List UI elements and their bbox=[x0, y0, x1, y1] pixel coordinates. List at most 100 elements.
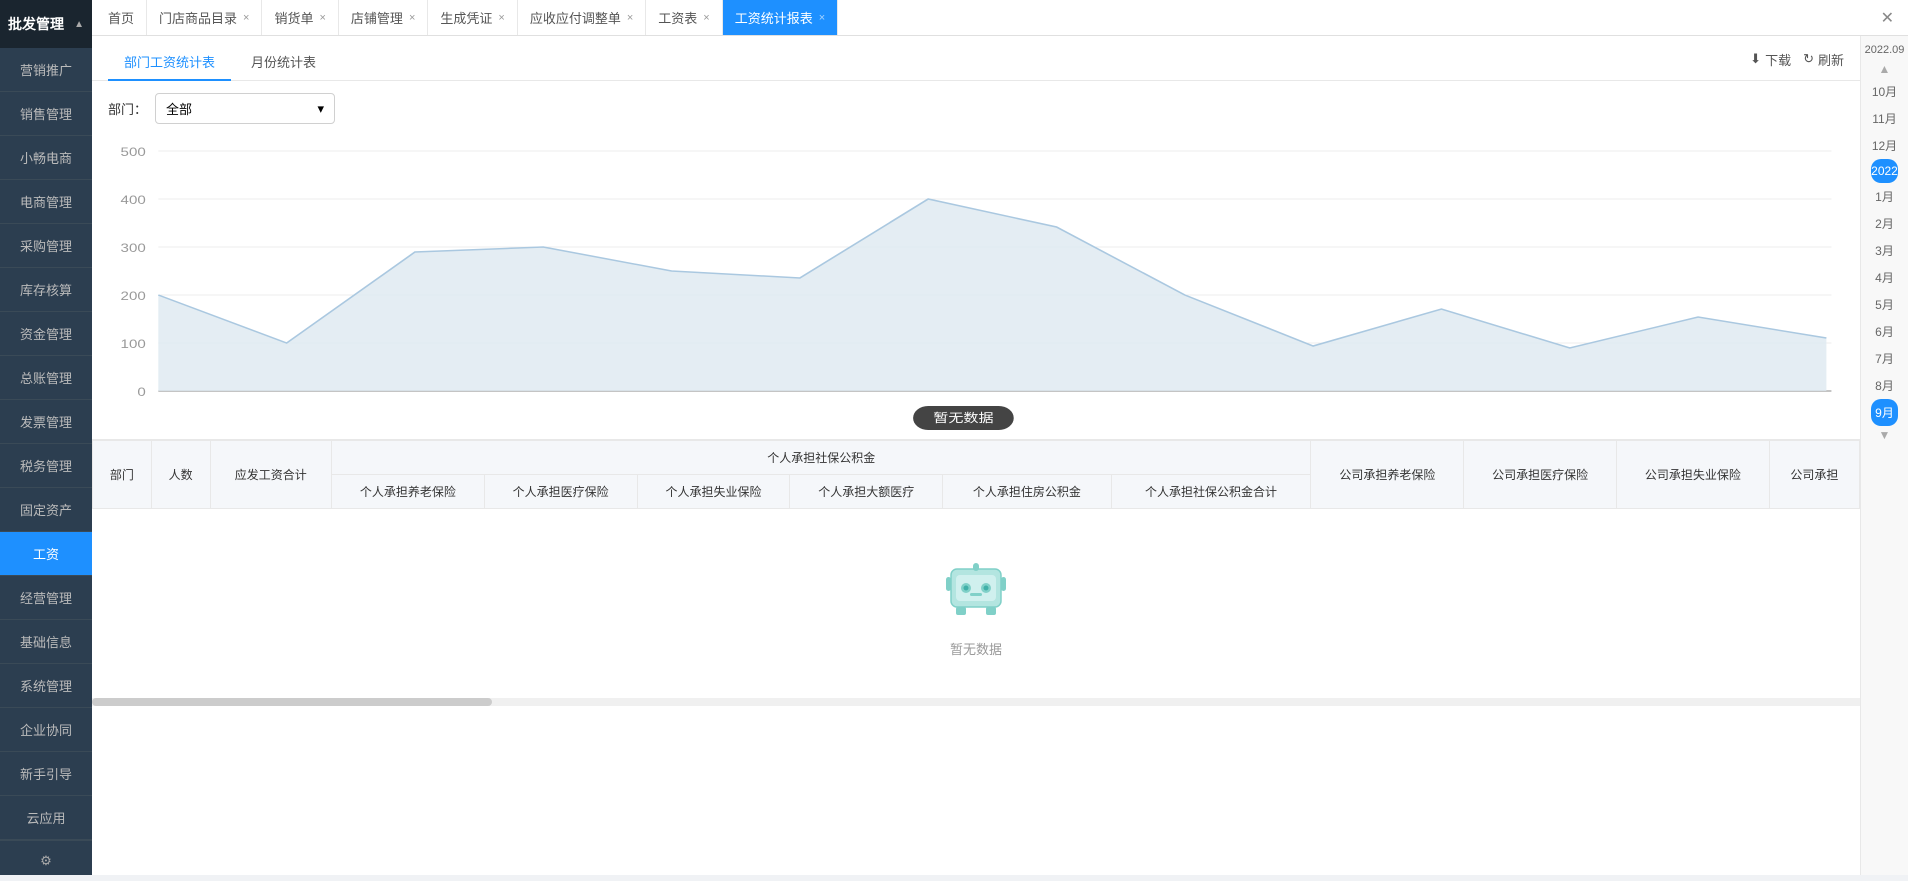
sidebar-item-企业协同[interactable]: 企业协同 bbox=[0, 708, 92, 752]
tab-close-销货单[interactable]: × bbox=[319, 12, 325, 24]
empty-text: 暂无数据 bbox=[950, 639, 1002, 658]
sidebar-item-新手引导[interactable]: 新手引导 bbox=[0, 752, 92, 796]
time-panel-item-5月[interactable]: 5月 bbox=[1867, 291, 1902, 318]
th-personal-pension: 个人承担养老保险 bbox=[331, 475, 484, 509]
sidebar-item-基础信息[interactable]: 基础信息 bbox=[0, 620, 92, 664]
sidebar-item-资金管理[interactable]: 资金管理 bbox=[0, 312, 92, 356]
sidebar-title: 批发管理 bbox=[8, 14, 64, 34]
download-button[interactable]: ⬇ 下载 bbox=[1750, 50, 1791, 69]
sidebar-item-云应用[interactable]: 云应用 bbox=[0, 796, 92, 840]
sub-tab-部门工资统计表[interactable]: 部门工资统计表 bbox=[108, 46, 231, 81]
sidebar-item-采购管理[interactable]: 采购管理 bbox=[0, 224, 92, 268]
chart-container: 500 400 300 200 100 0 bbox=[92, 136, 1860, 439]
svg-text:100: 100 bbox=[121, 337, 147, 350]
sidebar: 批发管理 ▲ 营销推广销售管理小畅电商电商管理采购管理库存核算资金管理总账管理发… bbox=[0, 0, 92, 875]
tab-close-店铺管理[interactable]: × bbox=[409, 12, 415, 24]
th-company-more: 公司承担 bbox=[1769, 441, 1859, 509]
data-table: 部门 人数 应发工资合计 个人承担社保公积金 公司承担养老保险 公司承担医疗保险… bbox=[92, 440, 1860, 509]
th-company-medical: 公司承担医疗保险 bbox=[1464, 441, 1617, 509]
th-personal-insurance: 个人承担社保公积金 bbox=[331, 441, 1310, 475]
empty-icon bbox=[936, 549, 1016, 629]
th-count: 人数 bbox=[151, 441, 210, 509]
content-area: 部门工资统计表月份统计表 ⬇ 下载 ↻ 刷新 部门： 全部 ▾ bbox=[92, 36, 1908, 875]
th-personal-housing: 个人承担住房公积金 bbox=[943, 475, 1111, 509]
tab-close-门店商品目录[interactable]: × bbox=[243, 12, 249, 24]
main-area: 首页门店商品目录×销货单×店铺管理×生成凭证×应收应付调整单×工资表×工资统计报… bbox=[92, 0, 1908, 875]
th-personal-medical: 个人承担医疗保险 bbox=[484, 475, 637, 509]
sidebar-item-小畅电商[interactable]: 小畅电商 bbox=[0, 136, 92, 180]
th-total-wage: 应发工资合计 bbox=[210, 441, 331, 509]
sidebar-item-固定资产[interactable]: 固定资产 bbox=[0, 488, 92, 532]
th-company-unemployment: 公司承担失业保险 bbox=[1617, 441, 1770, 509]
tab-店铺管理[interactable]: 店铺管理× bbox=[339, 0, 428, 36]
tab-销货单[interactable]: 销货单× bbox=[262, 0, 338, 36]
tab-bar: 首页门店商品目录×销货单×店铺管理×生成凭证×应收应付调整单×工资表×工资统计报… bbox=[92, 0, 1908, 36]
department-filter-label: 部门： bbox=[108, 99, 147, 118]
tab-close-应收应付调整单[interactable]: × bbox=[627, 12, 633, 24]
close-all-button[interactable]: ✕ bbox=[1871, 8, 1904, 28]
time-panel-item-2月[interactable]: 2月 bbox=[1867, 210, 1902, 237]
time-panel-up-arrow[interactable]: ▲ bbox=[1877, 60, 1893, 78]
refresh-button[interactable]: ↻ 刷新 bbox=[1803, 50, 1844, 69]
sub-tab-月份统计表[interactable]: 月份统计表 bbox=[235, 46, 332, 81]
time-panel-year-label: 2022.09 bbox=[1863, 40, 1907, 60]
empty-state: 暂无数据 bbox=[92, 509, 1860, 698]
svg-text:500: 500 bbox=[121, 145, 147, 158]
sidebar-item-发票管理[interactable]: 发票管理 bbox=[0, 400, 92, 444]
time-panel-item-3月[interactable]: 3月 bbox=[1867, 237, 1902, 264]
table-wrapper: 部门 人数 应发工资合计 个人承担社保公积金 公司承担养老保险 公司承担医疗保险… bbox=[92, 439, 1860, 875]
sidebar-item-税务管理[interactable]: 税务管理 bbox=[0, 444, 92, 488]
sidebar-item-电商管理[interactable]: 电商管理 bbox=[0, 180, 92, 224]
tab-close-工资统计报表[interactable]: × bbox=[819, 12, 825, 24]
th-department: 部门 bbox=[93, 441, 152, 509]
svg-text:0: 0 bbox=[137, 385, 146, 398]
time-panel-item-9月[interactable]: 9月 bbox=[1871, 399, 1898, 426]
sidebar-item-销售管理[interactable]: 销售管理 bbox=[0, 92, 92, 136]
th-company-pension: 公司承担养老保险 bbox=[1311, 441, 1464, 509]
sidebar-item-营销推广[interactable]: 营销推广 bbox=[0, 48, 92, 92]
time-panel-item-1月[interactable]: 1月 bbox=[1867, 183, 1902, 210]
sub-tabs: 部门工资统计表月份统计表 ⬇ 下载 ↻ 刷新 bbox=[92, 36, 1860, 81]
tab-close-工资表[interactable]: × bbox=[703, 12, 709, 24]
page-content: 部门工资统计表月份统计表 ⬇ 下载 ↻ 刷新 部门： 全部 ▾ bbox=[92, 36, 1860, 875]
time-panel-item-8月[interactable]: 8月 bbox=[1867, 372, 1902, 399]
department-select[interactable]: 全部 ▾ bbox=[155, 93, 335, 124]
horizontal-scrollbar[interactable] bbox=[92, 698, 1860, 706]
time-panel-item-10月[interactable]: 10月 bbox=[1867, 78, 1902, 105]
svg-text:300: 300 bbox=[121, 241, 147, 254]
time-panel-item-2022[interactable]: 2022 bbox=[1871, 159, 1898, 183]
time-panel-item-7月[interactable]: 7月 bbox=[1867, 345, 1902, 372]
sidebar-item-库存核算[interactable]: 库存核算 bbox=[0, 268, 92, 312]
th-personal-major-medical: 个人承担大额医疗 bbox=[790, 475, 943, 509]
download-icon: ⬇ bbox=[1750, 51, 1761, 67]
tab-close-生成凭证[interactable]: × bbox=[498, 12, 504, 24]
time-panel-item-11月[interactable]: 11月 bbox=[1867, 105, 1902, 132]
select-arrow-icon: ▾ bbox=[317, 101, 324, 117]
th-personal-unemployment: 个人承担失业保险 bbox=[637, 475, 790, 509]
svg-text:400: 400 bbox=[121, 193, 147, 206]
tab-工资统计报表[interactable]: 工资统计报表× bbox=[723, 0, 838, 36]
tab-门店商品目录[interactable]: 门店商品目录× bbox=[147, 0, 262, 36]
filter-row: 部门： 全部 ▾ bbox=[92, 81, 1860, 136]
th-personal-total: 个人承担社保公积金合计 bbox=[1111, 475, 1311, 509]
sidebar-item-总账管理[interactable]: 总账管理 bbox=[0, 356, 92, 400]
sidebar-item-经营管理[interactable]: 经营管理 bbox=[0, 576, 92, 620]
tab-应收应付调整单[interactable]: 应收应付调整单× bbox=[518, 0, 646, 36]
tab-生成凭证[interactable]: 生成凭证× bbox=[428, 0, 517, 36]
scrollbar-thumb[interactable] bbox=[92, 698, 492, 706]
area-chart: 500 400 300 200 100 0 bbox=[108, 136, 1844, 436]
time-panel-item-6月[interactable]: 6月 bbox=[1867, 318, 1902, 345]
svg-text:暂无数据: 暂无数据 bbox=[933, 411, 994, 424]
sidebar-item-工资[interactable]: 工资 bbox=[0, 532, 92, 576]
time-panel-item-4月[interactable]: 4月 bbox=[1867, 264, 1902, 291]
refresh-icon: ↻ bbox=[1803, 51, 1814, 67]
sidebar-collapse-icon: ▲ bbox=[74, 19, 84, 30]
time-panel: 2022.09 ▲ 10月11月12月20221月2月3月4月5月6月7月8月9… bbox=[1860, 36, 1908, 875]
time-panel-down-arrow[interactable]: ▼ bbox=[1877, 426, 1893, 444]
sidebar-item-系统管理[interactable]: 系统管理 bbox=[0, 664, 92, 708]
svg-text:200: 200 bbox=[121, 289, 147, 302]
time-panel-item-12月[interactable]: 12月 bbox=[1867, 132, 1902, 159]
tab-工资表[interactable]: 工资表× bbox=[646, 0, 722, 36]
sidebar-header[interactable]: 批发管理 ▲ bbox=[0, 0, 92, 48]
tab-首页[interactable]: 首页 bbox=[96, 0, 147, 36]
